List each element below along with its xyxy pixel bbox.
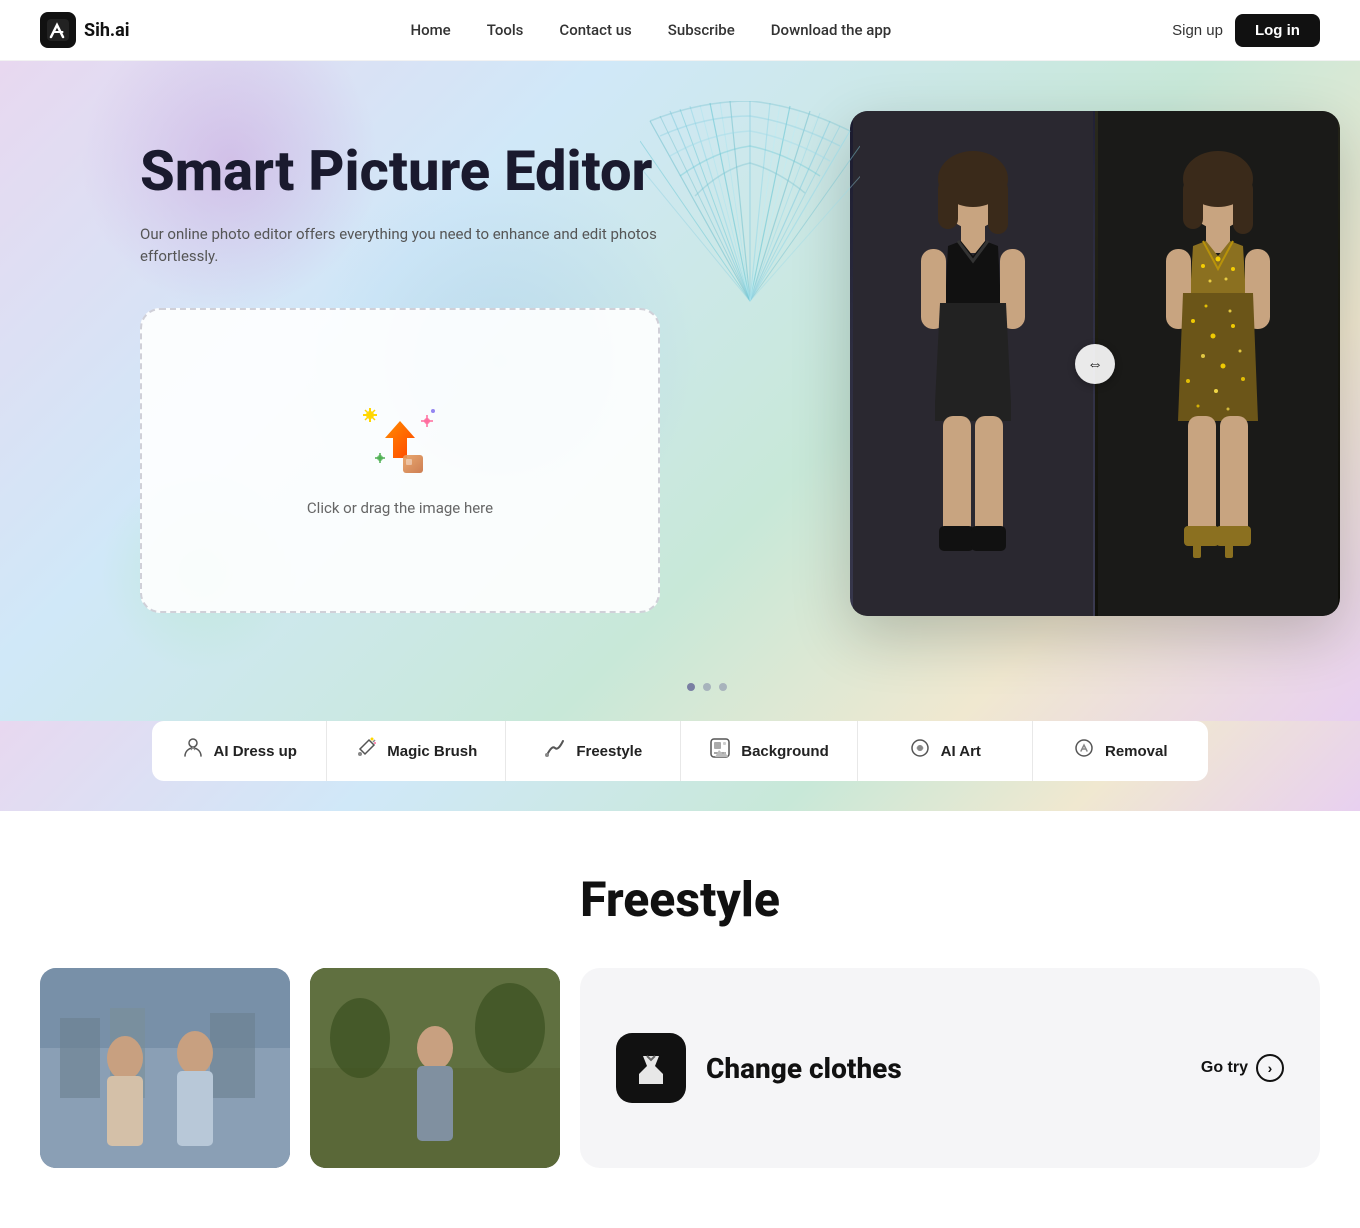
magic-brush-label: Magic Brush [387, 743, 477, 760]
dot-1[interactable] [687, 683, 695, 691]
removal-label: Removal [1105, 743, 1168, 760]
carousel-dots [687, 683, 727, 691]
main-nav: Home Tools Contact us Subscribe Download… [410, 21, 891, 39]
log-in-button[interactable]: Log in [1235, 14, 1320, 47]
info-card: Change clothes Go try › [580, 968, 1320, 1168]
removal-icon [1073, 737, 1095, 765]
comparison-after [1095, 111, 1340, 616]
go-try-arrow-icon: › [1268, 1060, 1273, 1076]
nav-contact[interactable]: Contact us [559, 21, 631, 39]
logo[interactable]: Sih.ai [40, 12, 130, 48]
info-card-icon [616, 1033, 686, 1103]
section-title: Freestyle [40, 871, 1320, 928]
tool-toolbar: AI Dress up Magic Brush Freestyle [0, 721, 1360, 811]
logo-icon [40, 12, 76, 48]
magic-brush-button[interactable]: Magic Brush [327, 721, 506, 781]
comparison-divider[interactable]: ⇔ [1075, 344, 1115, 384]
divider-arrows: ⇔ [1087, 354, 1103, 374]
upload-dropzone[interactable]: Click or drag the image here [140, 308, 660, 613]
photo-card-1 [40, 968, 290, 1168]
freestyle-button[interactable]: Freestyle [506, 721, 681, 781]
background-label: Background [741, 743, 829, 760]
nav-download[interactable]: Download the app [771, 21, 891, 39]
header-actions: Sign up Log in [1172, 14, 1320, 47]
nav-tools[interactable]: Tools [487, 21, 524, 39]
hero-section: // We'll use polylines to simulate the s… [0, 61, 1360, 721]
header: Sih.ai Home Tools Contact us Subscribe D… [0, 0, 1360, 61]
ai-art-icon [909, 737, 931, 765]
go-try-arrow-circle: › [1256, 1054, 1284, 1082]
go-try-label: Go try [1201, 1059, 1248, 1077]
photo-card-2 [310, 968, 560, 1168]
freestyle-label: Freestyle [576, 743, 642, 760]
go-try-button[interactable]: Go try › [1201, 1054, 1284, 1082]
comparison-container: ⇔ [850, 111, 1340, 616]
nav-subscribe[interactable]: Subscribe [668, 21, 735, 39]
freestyle-icon [544, 737, 566, 765]
lower-section: Freestyle [0, 811, 1360, 1228]
hero-title: Smart Picture Editor [140, 141, 680, 203]
removal-button[interactable]: Removal [1033, 721, 1208, 781]
ai-dress-up-icon [182, 737, 204, 765]
dot-2[interactable] [703, 683, 711, 691]
logo-text: Sih.ai [84, 20, 130, 41]
magic-brush-icon [355, 737, 377, 765]
info-card-title: Change clothes [706, 1052, 902, 1085]
hero-left: Smart Picture Editor Our online photo ed… [140, 121, 680, 613]
background-button[interactable]: Background [681, 721, 858, 781]
upload-instructions: Click or drag the image here [307, 499, 493, 517]
ai-art-label: AI Art [941, 743, 981, 760]
dot-3[interactable] [719, 683, 727, 691]
upload-icon [355, 403, 445, 483]
comparison-image: ⇔ [850, 111, 1340, 616]
cards-row: Change clothes Go try › [40, 968, 1320, 1168]
info-card-content: Change clothes [616, 1033, 902, 1103]
comparison-before [850, 111, 1095, 616]
ai-dress-up-button[interactable]: AI Dress up [152, 721, 327, 781]
ai-art-button[interactable]: AI Art [858, 721, 1033, 781]
sign-up-button[interactable]: Sign up [1172, 22, 1223, 39]
background-icon [709, 737, 731, 765]
nav-home[interactable]: Home [410, 21, 450, 39]
ai-dress-up-label: AI Dress up [214, 743, 297, 760]
hero-subtitle: Our online photo editor offers everythin… [140, 223, 680, 268]
